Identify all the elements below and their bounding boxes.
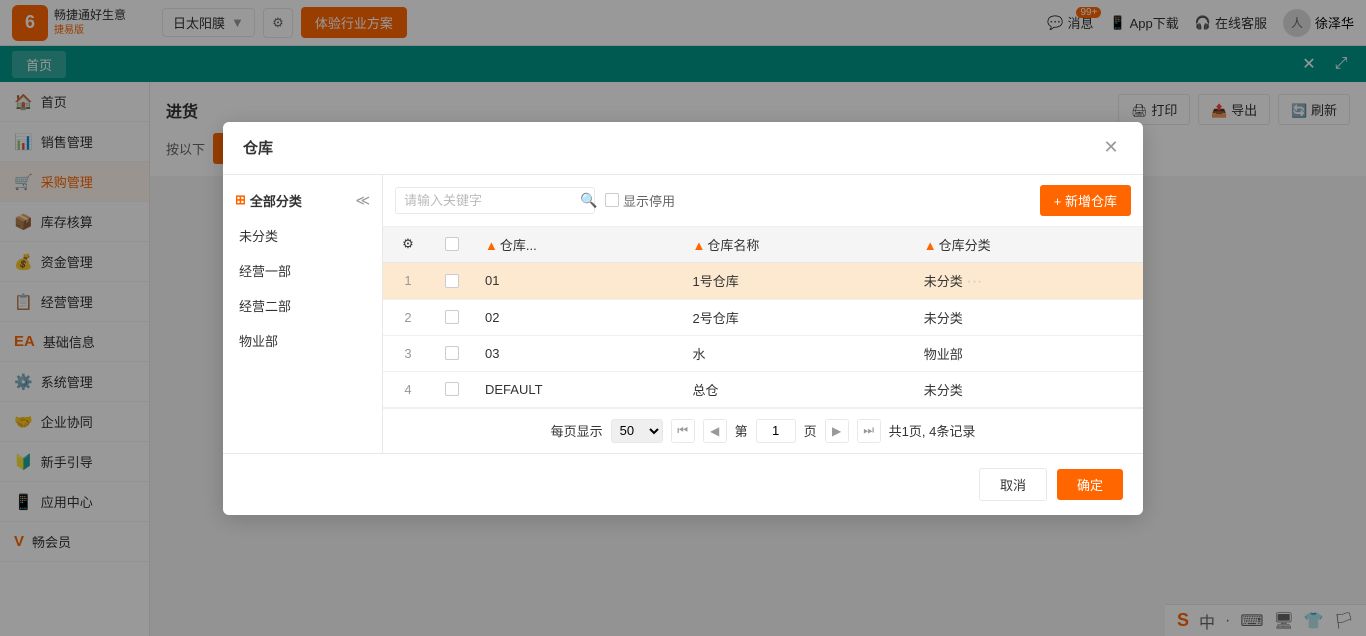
dialog-toolbar: 🔍 显示停用 + 新增仓库 — [383, 175, 1143, 227]
table-row[interactable]: 1 01 1号仓库 未分类 ··· — [383, 262, 1143, 299]
show-disabled-checkbox[interactable] — [605, 193, 619, 207]
category-item-1[interactable]: 经营一部 — [223, 253, 382, 288]
row-code: 01 — [473, 262, 681, 299]
search-icon[interactable]: 🔍 — [580, 192, 597, 209]
dialog-title: 仓库 — [243, 137, 273, 158]
search-box: 🔍 — [395, 187, 595, 214]
warehouse-dialog: 仓库 ✕ ⊞ 全部分类 ≪ 未分类 经营一部 经营二部 物业部 — [223, 122, 1143, 515]
row-name: 1号仓库 — [681, 262, 912, 299]
category-item-2[interactable]: 经营二部 — [223, 288, 382, 323]
sort-icon-name: ▲ — [693, 238, 706, 253]
select-all-checkbox[interactable] — [445, 237, 459, 251]
first-page-button[interactable]: ⏮ — [671, 419, 695, 443]
row-index: 1 — [383, 262, 433, 299]
row-actions[interactable]: ··· — [966, 273, 982, 290]
page-label: 第 — [735, 421, 748, 440]
table-header-row: ⚙ ▲仓库... ▲仓库名称 ▲仓库分类 — [383, 227, 1143, 263]
row-name: 水 — [681, 335, 912, 371]
row-checkbox[interactable] — [433, 335, 473, 371]
row-category: 物业部 — [912, 335, 1143, 371]
row-category: 未分类 — [912, 371, 1143, 407]
row-index: 4 — [383, 371, 433, 407]
row-select-checkbox[interactable] — [445, 382, 459, 396]
category-item-3[interactable]: 物业部 — [223, 323, 382, 358]
show-disabled-label: 显示停用 — [623, 191, 675, 210]
category-panel: ⊞ 全部分类 ≪ 未分类 经营一部 经营二部 物业部 — [223, 175, 383, 453]
row-code: 03 — [473, 335, 681, 371]
row-checkbox[interactable] — [433, 262, 473, 299]
table-row[interactable]: 3 03 水 物业部 — [383, 335, 1143, 371]
total-info: 共1页, 4条记录 — [889, 421, 976, 440]
collapse-category-button[interactable]: ≪ — [355, 192, 370, 209]
page-number-input[interactable] — [756, 419, 796, 443]
category-item-0[interactable]: 未分类 — [223, 218, 382, 253]
row-name: 总仓 — [681, 371, 912, 407]
col-checkbox — [433, 227, 473, 263]
add-warehouse-button[interactable]: + 新增仓库 — [1040, 185, 1131, 216]
row-index: 2 — [383, 299, 433, 335]
row-code: DEFAULT — [473, 371, 681, 407]
sort-icon: ▲ — [485, 238, 498, 253]
dialog-header: 仓库 ✕ — [223, 122, 1143, 175]
cancel-button[interactable]: 取消 — [979, 468, 1047, 501]
modal-overlay: 仓库 ✕ ⊞ 全部分类 ≪ 未分类 经营一部 经营二部 物业部 — [0, 0, 1366, 636]
row-checkbox[interactable] — [433, 299, 473, 335]
row-checkbox[interactable] — [433, 371, 473, 407]
last-page-button[interactable]: ⏭ — [857, 419, 881, 443]
next-page-button[interactable]: ▶ — [825, 419, 849, 443]
table-row[interactable]: 2 02 2号仓库 未分类 — [383, 299, 1143, 335]
grid-icon: ⊞ — [235, 192, 246, 208]
row-code: 02 — [473, 299, 681, 335]
per-page-label: 每页显示 — [551, 421, 603, 440]
col-settings: ⚙ — [383, 227, 433, 263]
dialog-close-button[interactable]: ✕ — [1099, 136, 1123, 160]
row-name: 2号仓库 — [681, 299, 912, 335]
row-select-checkbox[interactable] — [445, 346, 459, 360]
search-input[interactable] — [404, 193, 580, 208]
col-category: ▲仓库分类 — [912, 227, 1143, 263]
dialog-body: ⊞ 全部分类 ≪ 未分类 经营一部 经营二部 物业部 🔍 — [223, 175, 1143, 453]
row-select-checkbox[interactable] — [445, 274, 459, 288]
dialog-main: 🔍 显示停用 + 新增仓库 ⚙ — [383, 175, 1143, 453]
warehouse-table: ⚙ ▲仓库... ▲仓库名称 ▲仓库分类 1 01 — [383, 227, 1143, 408]
pagination: 每页显示 50 20 100 ⏮ ◀ 第 页 ▶ ⏭ 共1页, 4条记录 — [383, 408, 1143, 453]
dialog-footer: 取消 确定 — [223, 453, 1143, 515]
confirm-button[interactable]: 确定 — [1057, 469, 1123, 500]
col-name: ▲仓库名称 — [681, 227, 912, 263]
table-row[interactable]: 4 DEFAULT 总仓 未分类 — [383, 371, 1143, 407]
col-code: ▲仓库... — [473, 227, 681, 263]
per-page-select[interactable]: 50 20 100 — [611, 419, 663, 443]
row-category: 未分类 — [912, 299, 1143, 335]
show-disabled-option: 显示停用 — [605, 191, 675, 210]
sort-icon-cat: ▲ — [924, 238, 937, 253]
category-header-label: ⊞ 全部分类 — [235, 191, 302, 210]
prev-page-button[interactable]: ◀ — [703, 419, 727, 443]
page-suffix: 页 — [804, 421, 817, 440]
category-header: ⊞ 全部分类 ≪ — [223, 183, 382, 218]
row-category: 未分类 ··· — [912, 262, 1143, 299]
row-select-checkbox[interactable] — [445, 310, 459, 324]
row-index: 3 — [383, 335, 433, 371]
